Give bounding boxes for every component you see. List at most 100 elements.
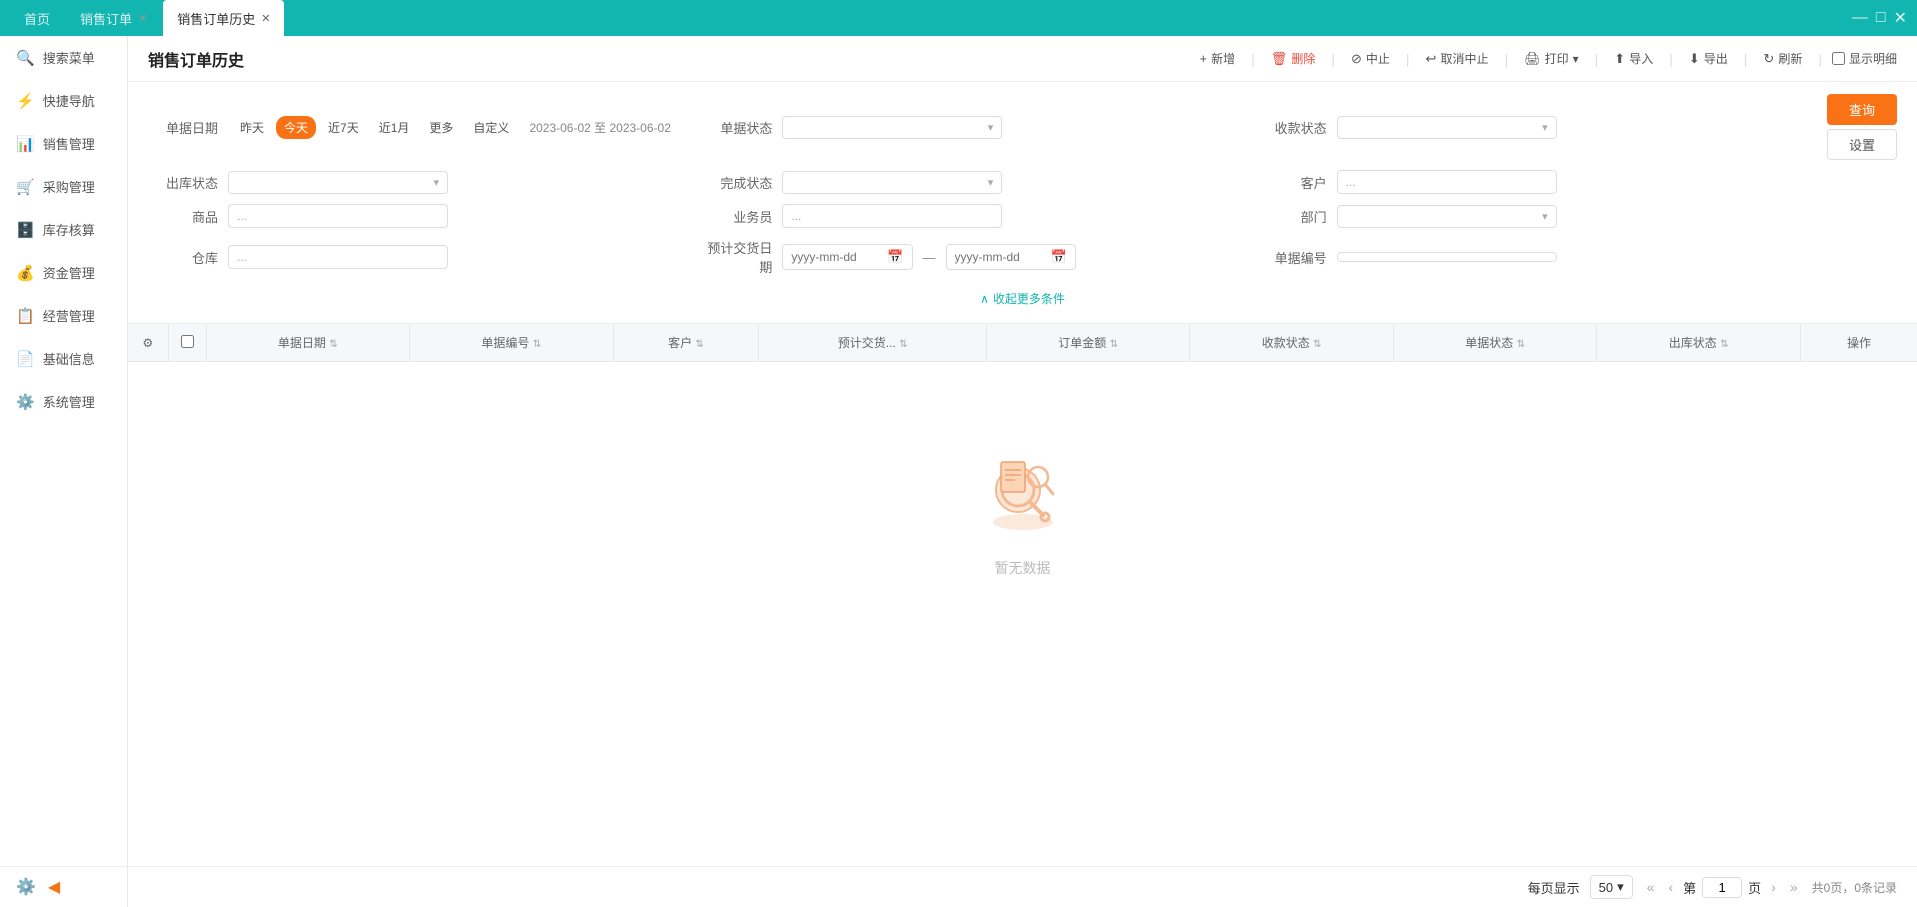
query-btn[interactable]: 查询	[1827, 94, 1897, 125]
page-size-select[interactable]: 50 ▾	[1590, 875, 1633, 899]
display-detail-checkbox[interactable]	[1832, 52, 1845, 65]
content-area: 销售订单历史 + 新增 | 🗑 删除 | ⊘ 中止 | ↩	[128, 36, 1917, 907]
filter-label-doc-number: 单据编号	[1257, 248, 1337, 267]
page-first-btn[interactable]: «	[1643, 877, 1659, 897]
th-order-status[interactable]: 单据状态 ⇅	[1393, 324, 1597, 362]
sidebar-item-purchase[interactable]: 🛒 采购管理	[0, 165, 127, 208]
minimize-btn[interactable]: —	[1852, 9, 1868, 27]
display-detail-label[interactable]: 显示明细	[1849, 50, 1897, 67]
search-icon: 🔍	[16, 49, 35, 67]
operations-icon: 📋	[16, 307, 35, 325]
sidebar-collapse-btn[interactable]: ◀	[48, 877, 60, 897]
th-checkbox[interactable]	[168, 324, 206, 362]
import-btn[interactable]: ⬆ 导入	[1608, 46, 1659, 71]
salesperson-select[interactable]: ...	[782, 204, 1002, 228]
sales-icon: 📊	[16, 135, 35, 153]
payment-status-select[interactable]: ▾	[1337, 116, 1557, 139]
print-dropdown-icon: ▾	[1573, 52, 1579, 66]
delivery-date-end[interactable]: 📅	[946, 244, 1076, 270]
date-btn-more[interactable]: 更多	[421, 116, 461, 139]
cancel-stop-btn[interactable]: ↩ 取消中止	[1420, 46, 1495, 71]
filter-customer-field: ...	[1337, 170, 1811, 194]
sidebar-item-operations[interactable]: 📋 经营管理	[0, 294, 127, 337]
th-amount[interactable]: 订单金额 ⇅	[986, 324, 1190, 362]
page-input[interactable]	[1702, 877, 1742, 898]
sidebar-item-finance[interactable]: 💰 资金管理	[0, 251, 127, 294]
date-btn-yesterday[interactable]: 昨天	[232, 116, 272, 139]
doc-number-input[interactable]	[1337, 252, 1557, 262]
sidebar-item-system[interactable]: ⚙️ 系统管理	[0, 380, 127, 423]
date-btn-1month[interactable]: 近1月	[371, 116, 418, 139]
filter-label-delivery-date: 预计交货日期	[702, 238, 782, 276]
restore-btn[interactable]: □	[1876, 9, 1886, 27]
th-doc-number[interactable]: 单据编号 ⇅	[410, 324, 614, 362]
filter-label-date: 单据日期	[148, 118, 228, 137]
empty-icon	[973, 442, 1073, 542]
page-next-btn[interactable]: ›	[1767, 877, 1780, 897]
tab-home[interactable]: 首页	[10, 0, 64, 36]
table-area: ⚙ 单据日期 ⇅ 单据编号 ⇅ 客户 ⇅	[128, 324, 1917, 866]
sidebar-settings-btn[interactable]: ⚙️	[16, 877, 36, 897]
th-customer[interactable]: 客户 ⇅	[613, 324, 759, 362]
table-header-row: ⚙ 单据日期 ⇅ 单据编号 ⇅ 客户 ⇅	[128, 324, 1917, 362]
close-tab-sales-history[interactable]: ✕	[261, 12, 270, 25]
delete-btn[interactable]: 🗑 删除	[1265, 46, 1322, 71]
filter-label-outbound: 出库状态	[148, 173, 228, 192]
th-outbound[interactable]: 出库状态 ⇅	[1597, 324, 1801, 362]
sidebar-item-inventory[interactable]: 🗄️ 库存核算	[0, 208, 127, 251]
filter-doc-number-field	[1337, 252, 1811, 262]
filter-row-4: 仓库 ... 预计交货日期 📅 — 📅	[148, 238, 1897, 276]
outbound-status-select[interactable]: ▾	[228, 171, 448, 194]
sidebar-item-basics[interactable]: 📄 基础信息	[0, 337, 127, 380]
main-layout: 🔍 搜索菜单 ⚡ 快捷导航 📊 销售管理 🛒 采购管理 🗄️ 库存核算 💰 资金…	[0, 36, 1917, 907]
sidebar-item-quick-nav[interactable]: ⚡ 快捷导航	[0, 79, 127, 122]
calendar-start-icon[interactable]: 📅	[887, 249, 903, 265]
tab-bar: 首页 销售订单 ✕ 销售订单历史 ✕	[10, 0, 1852, 36]
date-btn-today[interactable]: 今天	[276, 116, 316, 139]
date-quick-btns: 昨天 今天 近7天 近1月 更多 自定义	[232, 116, 517, 139]
add-btn[interactable]: + 新增	[1194, 46, 1242, 71]
page-prev-btn[interactable]: ‹	[1664, 877, 1677, 897]
sidebar: 🔍 搜索菜单 ⚡ 快捷导航 📊 销售管理 🛒 采购管理 🗄️ 库存核算 💰 资金…	[0, 36, 128, 907]
warehouse-select[interactable]: ...	[228, 245, 448, 269]
system-icon: ⚙️	[16, 393, 35, 411]
close-tab-sales-order[interactable]: ✕	[138, 12, 147, 25]
basics-icon: 📄	[16, 350, 35, 368]
delivery-date-end-input[interactable]	[955, 250, 1045, 264]
filter-payment-status-field: ▾	[1337, 116, 1811, 139]
page-title: 销售订单历史	[148, 47, 244, 71]
sort-customer-icon: ⇅	[695, 339, 703, 350]
th-payment-status[interactable]: 收款状态 ⇅	[1190, 324, 1394, 362]
export-icon: ⬇	[1689, 51, 1700, 67]
sidebar-item-sales[interactable]: 📊 销售管理	[0, 122, 127, 165]
settings-btn[interactable]: 设置	[1827, 129, 1897, 160]
print-btn[interactable]: 🖨 打印 ▾	[1518, 46, 1585, 71]
display-detail-wrap: 显示明细	[1832, 50, 1897, 67]
tab-sales-order-history[interactable]: 销售订单历史 ✕	[163, 0, 284, 36]
sidebar-item-search[interactable]: 🔍 搜索菜单	[0, 36, 127, 79]
page-last-btn[interactable]: »	[1786, 877, 1802, 897]
toolbar: + 新增 | 🗑 删除 | ⊘ 中止 | ↩ 取消中止 |	[1194, 46, 1897, 71]
date-btn-custom[interactable]: 自定义	[465, 116, 517, 139]
close-btn[interactable]: ✕	[1894, 8, 1907, 28]
delivery-date-start[interactable]: 📅	[782, 244, 912, 270]
sort-order-icon: ⇅	[1517, 339, 1525, 350]
export-btn[interactable]: ⬇ 导出	[1683, 46, 1734, 71]
date-btn-7days[interactable]: 近7天	[320, 116, 367, 139]
department-select[interactable]: ▾	[1337, 205, 1557, 228]
calendar-end-icon[interactable]: 📅	[1051, 249, 1067, 265]
th-settings[interactable]: ⚙	[128, 324, 168, 362]
th-delivery[interactable]: 预计交货... ⇅	[759, 324, 987, 362]
th-date[interactable]: 单据日期 ⇅	[206, 324, 410, 362]
delivery-date-start-input[interactable]	[791, 250, 881, 264]
tab-sales-order[interactable]: 销售订单 ✕	[66, 0, 161, 36]
refresh-btn[interactable]: ↻ 刷新	[1757, 46, 1808, 71]
sort-payment-icon: ⇅	[1313, 339, 1321, 350]
select-all-checkbox[interactable]	[181, 335, 194, 348]
product-select[interactable]: ...	[228, 204, 448, 228]
complete-status-select[interactable]: ▾	[782, 171, 1002, 194]
stop-btn[interactable]: ⊘ 中止	[1345, 46, 1396, 71]
customer-select[interactable]: ...	[1337, 170, 1557, 194]
fold-filter-btn[interactable]: ∧ 收起更多条件	[148, 286, 1897, 311]
order-status-select[interactable]: ▾	[782, 116, 1002, 139]
